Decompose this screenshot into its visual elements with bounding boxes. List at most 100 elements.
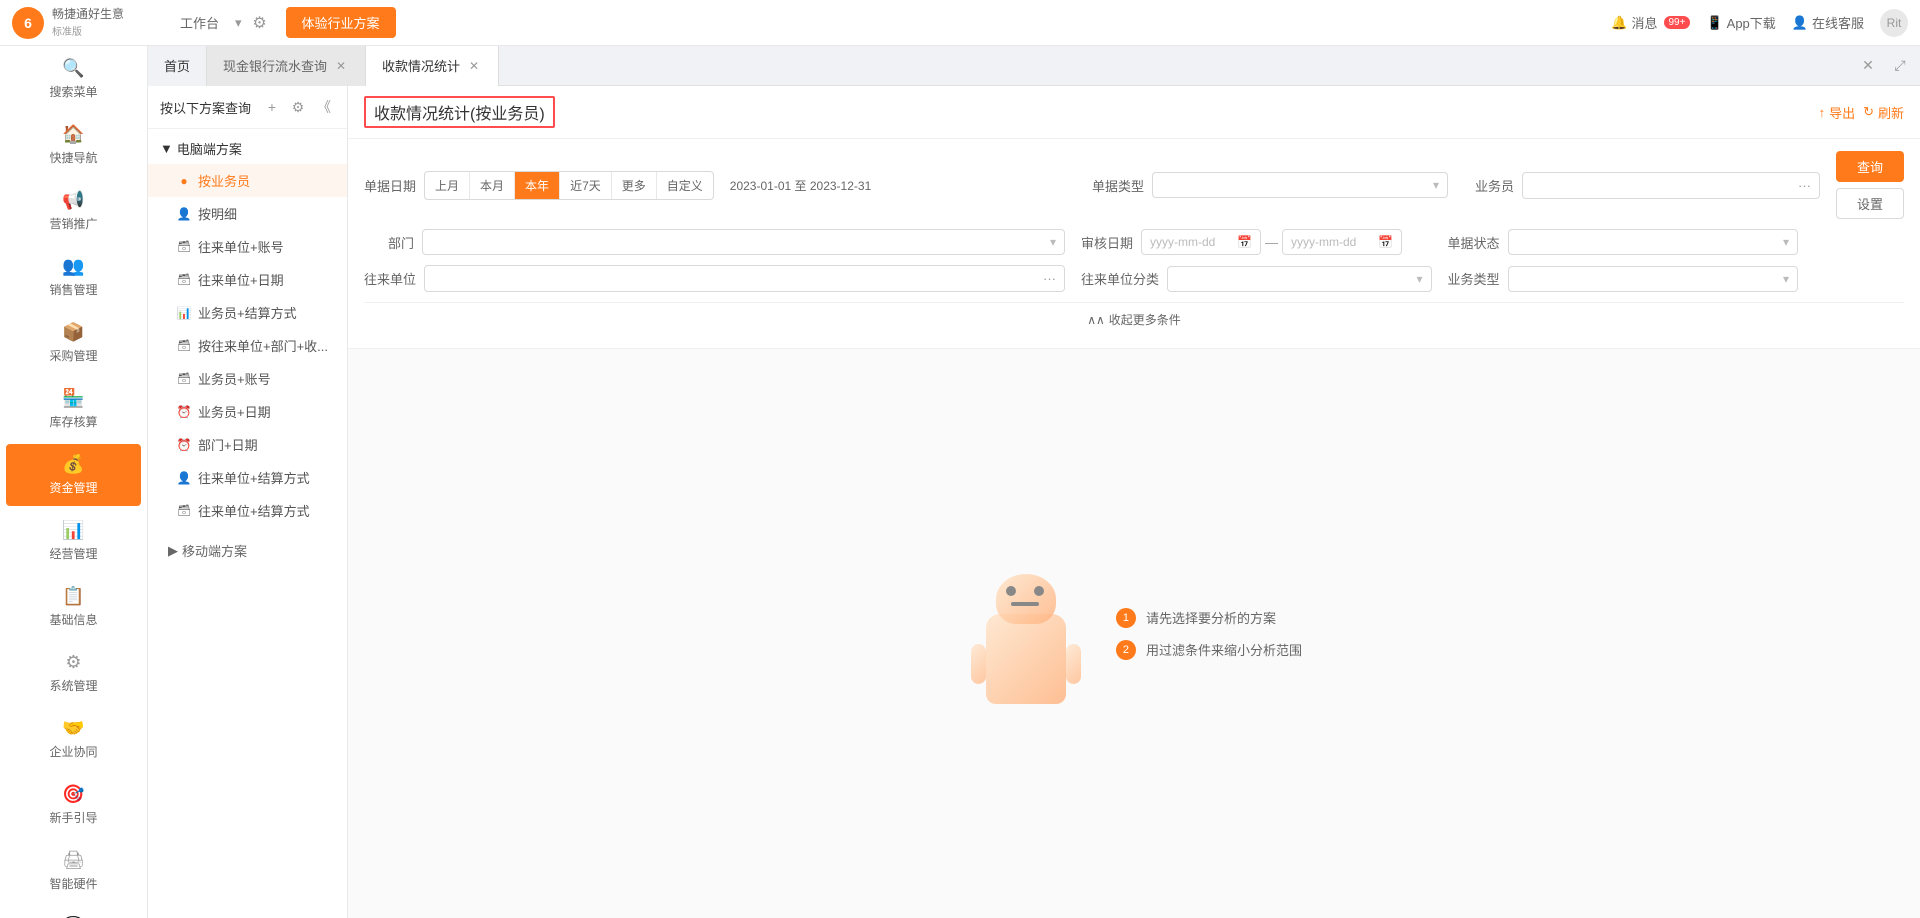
robot-head <box>996 574 1056 624</box>
scheme-item-1[interactable]: 👤 按明细 <box>148 197 347 230</box>
date-tab-thismonth[interactable]: 本月 <box>470 172 515 199</box>
settings-btn[interactable]: 设置 <box>1836 188 1904 219</box>
scheme-group-mobile-header[interactable]: ▶ 移动端方案 <box>148 535 347 566</box>
workspace-dropdown-icon[interactable]: ▾ <box>235 15 242 31</box>
review-date-range: yyyy-mm-dd 📅 — yyyy-mm-dd 📅 <box>1141 229 1402 255</box>
sidebar-item-hardware[interactable]: 🖨 智能硬件 <box>6 840 141 902</box>
party-field: 往来单位 ··· <box>364 265 1065 292</box>
scheme-add-btn[interactable]: + <box>261 96 283 118</box>
sidebar-label-purchase: 采购管理 <box>49 347 97 364</box>
export-btn[interactable]: ↑ 导出 <box>1819 103 1856 122</box>
date-tab-7days[interactable]: 近7天 <box>560 172 612 199</box>
tab-expand-btn[interactable]: ⤢ <box>1888 54 1912 78</box>
page-title-bar: 收款情况统计(按业务员) ↑ 导出 ↻ 刷新 <box>348 86 1920 139</box>
dept-label: 部门 <box>364 233 414 252</box>
online-service-btn[interactable]: 👤 在线客服 <box>1792 13 1864 32</box>
sidebar-label-guide: 新手引导 <box>49 809 97 826</box>
staff-select[interactable]: ··· <box>1522 172 1820 199</box>
sidebar-item-wechat[interactable]: 💬 企业微信 <box>6 906 141 918</box>
sidebar-item-basic[interactable]: 📋 基础信息 <box>6 576 141 638</box>
date-tab-custom[interactable]: 自定义 <box>657 172 713 199</box>
scheme-item-10-label: 往来单位+结算方式 <box>198 501 310 520</box>
tab-collection[interactable]: 收款情况统计 ✕ <box>366 46 499 86</box>
party-select[interactable]: ··· <box>424 265 1065 292</box>
sidebar-item-purchase[interactable]: 📦 采购管理 <box>6 312 141 374</box>
review-date-end[interactable]: yyyy-mm-dd 📅 <box>1282 229 1402 255</box>
doc-type-select[interactable]: ▾ <box>1152 172 1448 198</box>
operation-icon: 📊 <box>62 520 84 541</box>
scheme-panel-title: 按以下方案查询 <box>160 98 251 117</box>
party-category-select[interactable]: ▾ <box>1167 266 1431 292</box>
tab-home[interactable]: 首页 <box>148 46 207 86</box>
scheme-item-4[interactable]: 📊 业务员+结算方式 <box>148 296 347 329</box>
tab-collection-label: 收款情况统计 <box>382 56 460 75</box>
sidebar-item-system[interactable]: ⚙ 系统管理 <box>6 642 141 704</box>
page-title-actions: ↑ 导出 ↻ 刷新 <box>1819 103 1904 122</box>
sidebar-item-quicknav[interactable]: 🏠 快捷导航 <box>6 114 141 176</box>
hardware-icon: 🖨 <box>62 850 85 871</box>
scheme-item-10[interactable]: 🗃 往来单位+结算方式 <box>148 494 347 527</box>
sidebar-item-enterprise[interactable]: 🤝 企业协同 <box>6 708 141 770</box>
sidebar-label-quicknav: 快捷导航 <box>49 149 97 166</box>
dept-chevron-icon: ▾ <box>1050 235 1056 249</box>
robot-body <box>986 614 1066 704</box>
party-more-icon[interactable]: ··· <box>1043 271 1056 286</box>
scheme-item-5[interactable]: 🗃 按往来单位+部门+收... <box>148 329 347 362</box>
trial-btn[interactable]: 体验行业方案 <box>286 7 396 38</box>
sidebar-item-operation[interactable]: 📊 经营管理 <box>6 510 141 572</box>
enterprise-icon: 🤝 <box>62 718 84 739</box>
refresh-btn[interactable]: ↻ 刷新 <box>1863 103 1904 122</box>
scheme-item-6[interactable]: 🗃 业务员+账号 <box>148 362 347 395</box>
tab-close-all-btn[interactable]: ✕ <box>1856 54 1880 78</box>
scheme-item-2-icon: 🗃 <box>176 239 192 255</box>
workspace-nav-item[interactable]: 工作台 <box>168 9 231 36</box>
step-num-2: 2 <box>1116 640 1136 660</box>
dept-select[interactable]: ▾ <box>422 229 1065 255</box>
user-avatar[interactable]: Rit <box>1880 9 1908 37</box>
logo-area: 6 畅捷通好生意 标准版 <box>12 7 160 39</box>
triangle-right-icon: ▶ <box>168 543 178 559</box>
inventory-icon: 🏪 <box>62 388 84 409</box>
header-settings-btn[interactable]: ⚙ <box>246 9 274 37</box>
sidebar-label-enterprise: 企业协同 <box>49 743 97 760</box>
sidebar-item-sales[interactable]: 👥 销售管理 <box>6 246 141 308</box>
scheme-item-2[interactable]: 🗃 往来单位+账号 <box>148 230 347 263</box>
tab-cashflow[interactable]: 现金银行流水查询 ✕ <box>207 46 366 86</box>
date-tab-more[interactable]: 更多 <box>612 172 657 199</box>
logo-icon: 6 <box>12 7 44 39</box>
scheme-collapse-btn[interactable]: 《 <box>313 96 335 118</box>
sidebar-item-inventory[interactable]: 🏪 库存核算 <box>6 378 141 440</box>
brand-name: 畅捷通好生意 <box>52 7 124 23</box>
sidebar-item-finance[interactable]: 💰 资金管理 <box>6 444 141 506</box>
review-date-start[interactable]: yyyy-mm-dd 📅 <box>1141 229 1261 255</box>
robot-mouth <box>1011 602 1039 606</box>
tab-cashflow-close[interactable]: ✕ <box>333 58 349 74</box>
scheme-item-7[interactable]: ⏰ 业务员+日期 <box>148 395 347 428</box>
scheme-item-0[interactable]: ● 按业务员 <box>148 164 347 197</box>
basic-icon: 📋 <box>62 586 84 607</box>
app-download-label: App下载 <box>1727 13 1776 32</box>
scheme-item-3[interactable]: 🗃 往来单位+日期 <box>148 263 347 296</box>
tab-collection-close[interactable]: ✕ <box>466 58 482 74</box>
date-tab-lastmonth[interactable]: 上月 <box>425 172 470 199</box>
sidebar-item-guide[interactable]: 🎯 新手引导 <box>6 774 141 836</box>
notification-btn[interactable]: 🔔 消息 99+ <box>1611 13 1690 32</box>
biz-type-chevron-icon: ▾ <box>1783 272 1789 286</box>
sidebar-item-marketing[interactable]: 📢 营销推广 <box>6 180 141 242</box>
scheme-group-desktop-header[interactable]: ▼ 电脑端方案 <box>148 133 347 164</box>
scheme-settings-btn[interactable]: ⚙ <box>287 96 309 118</box>
date-tab-thisyear[interactable]: 本年 <box>515 172 560 199</box>
marketing-icon: 📢 <box>62 190 84 211</box>
purchase-icon: 📦 <box>62 322 84 343</box>
date-field: 单据日期 上月 本月 本年 近7天 更多 自定义 2023-01-01 <box>364 171 1076 200</box>
doc-status-select[interactable]: ▾ <box>1508 229 1798 255</box>
step-2-text: 用过滤条件来缩小分析范围 <box>1146 640 1302 659</box>
collapse-bar[interactable]: ∧∧ 收起更多条件 <box>364 302 1904 336</box>
sidebar-item-search[interactable]: 🔍 搜索菜单 <box>6 48 141 110</box>
scheme-item-8[interactable]: ⏰ 部门+日期 <box>148 428 347 461</box>
staff-more-icon[interactable]: ··· <box>1798 178 1811 193</box>
query-btn[interactable]: 查询 <box>1836 151 1904 182</box>
scheme-item-9[interactable]: 👤 往来单位+结算方式 <box>148 461 347 494</box>
biz-type-select[interactable]: ▾ <box>1508 266 1798 292</box>
app-download-btn[interactable]: 📱 App下载 <box>1706 13 1775 32</box>
